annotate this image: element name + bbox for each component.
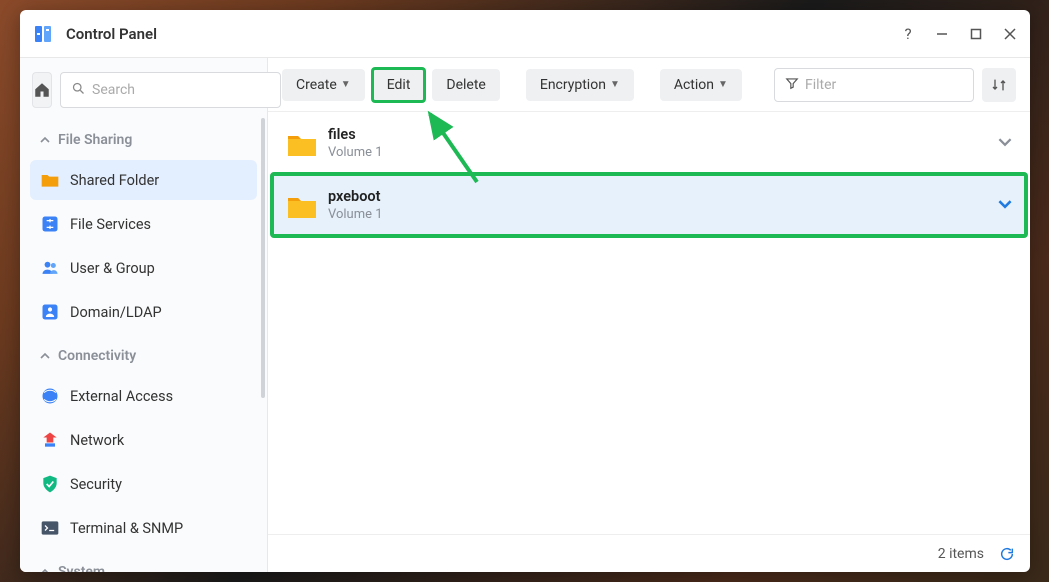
sidebar-item-label: File Services [70, 216, 151, 233]
status-bar: 2 items [268, 534, 1030, 572]
item-count: 2 items [938, 546, 984, 562]
sort-button[interactable] [982, 68, 1016, 102]
folder-volume: Volume 1 [328, 207, 984, 222]
control-panel-window: Control Panel ? [20, 10, 1030, 572]
chevron-up-icon [40, 135, 50, 145]
filter-icon [785, 75, 799, 94]
home-icon [33, 81, 51, 99]
action-button[interactable]: Action ▼ [660, 69, 742, 101]
sidebar-scrollbar[interactable] [261, 118, 265, 398]
group-file-sharing[interactable]: File Sharing [30, 124, 257, 156]
folder-name: files [328, 126, 984, 143]
chevron-up-icon [40, 351, 50, 361]
sidebar-item-external-access[interactable]: External Access [30, 376, 257, 416]
filter-input[interactable] [805, 77, 983, 93]
chevron-down-icon [998, 135, 1012, 149]
window-body: File Sharing Shared Folder File Services… [20, 58, 1030, 572]
chevron-down-icon [998, 197, 1012, 211]
row-text: files Volume 1 [328, 126, 984, 160]
search-icon [71, 81, 86, 100]
group-label: Connectivity [58, 348, 136, 364]
sidebar-item-label: Shared Folder [70, 172, 159, 189]
minimize-button[interactable] [934, 26, 950, 42]
sidebar-item-user-group[interactable]: User & Group [30, 248, 257, 288]
group-system[interactable]: System [30, 556, 257, 572]
caret-down-icon: ▼ [341, 79, 351, 90]
encryption-button[interactable]: Encryption ▼ [526, 69, 634, 101]
search-input[interactable] [92, 82, 270, 98]
control-panel-icon [32, 22, 56, 46]
group-label: System [58, 564, 105, 572]
shared-folder-icon [40, 170, 60, 190]
chevron-up-icon [40, 567, 50, 572]
close-button[interactable] [1002, 26, 1018, 42]
sidebar-item-network[interactable]: Network [30, 420, 257, 460]
filter-box[interactable] [774, 68, 974, 102]
title-bar: Control Panel ? [20, 10, 1030, 58]
toolbar: Create ▼ Edit Delete Encryption ▼ Action [268, 58, 1030, 112]
delete-button[interactable]: Delete [432, 69, 499, 101]
sidebar-item-label: Network [70, 432, 124, 449]
sidebar-item-shared-folder[interactable]: Shared Folder [30, 160, 257, 200]
row-text: pxeboot Volume 1 [328, 188, 984, 222]
sidebar: File Sharing Shared Folder File Services… [20, 58, 268, 572]
domain-ldap-icon [40, 302, 60, 322]
sidebar-item-label: External Access [70, 388, 173, 405]
home-button[interactable] [32, 72, 52, 108]
refresh-icon [999, 546, 1015, 562]
sidebar-top [30, 72, 257, 108]
sort-icon [991, 77, 1007, 93]
sidebar-item-file-services[interactable]: File Services [30, 204, 257, 244]
external-access-icon [40, 386, 60, 406]
create-button[interactable]: Create ▼ [282, 69, 365, 101]
window-title: Control Panel [66, 25, 900, 43]
folder-icon [286, 194, 314, 216]
button-label: Delete [446, 77, 485, 93]
group-label: File Sharing [58, 132, 132, 148]
expand-toggle[interactable] [998, 196, 1012, 215]
folder-volume: Volume 1 [328, 145, 984, 160]
button-label: Edit [387, 77, 411, 93]
refresh-button[interactable] [998, 545, 1016, 563]
edit-button[interactable]: Edit [373, 69, 425, 101]
sidebar-item-terminal-snmp[interactable]: Terminal & SNMP [30, 508, 257, 548]
terminal-icon [40, 518, 60, 538]
sidebar-item-label: Domain/LDAP [70, 304, 162, 321]
folder-list: files Volume 1 pxeboot Volume 1 [268, 112, 1030, 534]
sidebar-item-domain-ldap[interactable]: Domain/LDAP [30, 292, 257, 332]
folder-row[interactable]: files Volume 1 [268, 112, 1030, 174]
folder-name: pxeboot [328, 188, 984, 205]
main-panel: Create ▼ Edit Delete Encryption ▼ Action [268, 58, 1030, 572]
sidebar-search[interactable] [60, 72, 281, 108]
caret-down-icon: ▼ [610, 79, 620, 90]
user-group-icon [40, 258, 60, 278]
help-button[interactable]: ? [900, 26, 916, 42]
group-connectivity[interactable]: Connectivity [30, 340, 257, 372]
network-icon [40, 430, 60, 450]
button-label: Action [674, 77, 714, 93]
sidebar-item-label: User & Group [70, 260, 155, 277]
file-services-icon [40, 214, 60, 234]
sidebar-item-security[interactable]: Security [30, 464, 257, 504]
sidebar-item-label: Terminal & SNMP [70, 520, 183, 537]
button-label: Encryption [540, 77, 606, 93]
folder-row[interactable]: pxeboot Volume 1 [272, 174, 1026, 236]
maximize-button[interactable] [968, 26, 984, 42]
caret-down-icon: ▼ [718, 79, 728, 90]
sidebar-item-label: Security [70, 476, 122, 493]
button-label: Create [296, 77, 337, 93]
window-controls: ? [900, 26, 1018, 42]
expand-toggle[interactable] [998, 134, 1012, 153]
shield-icon [40, 474, 60, 494]
folder-icon [286, 132, 314, 154]
